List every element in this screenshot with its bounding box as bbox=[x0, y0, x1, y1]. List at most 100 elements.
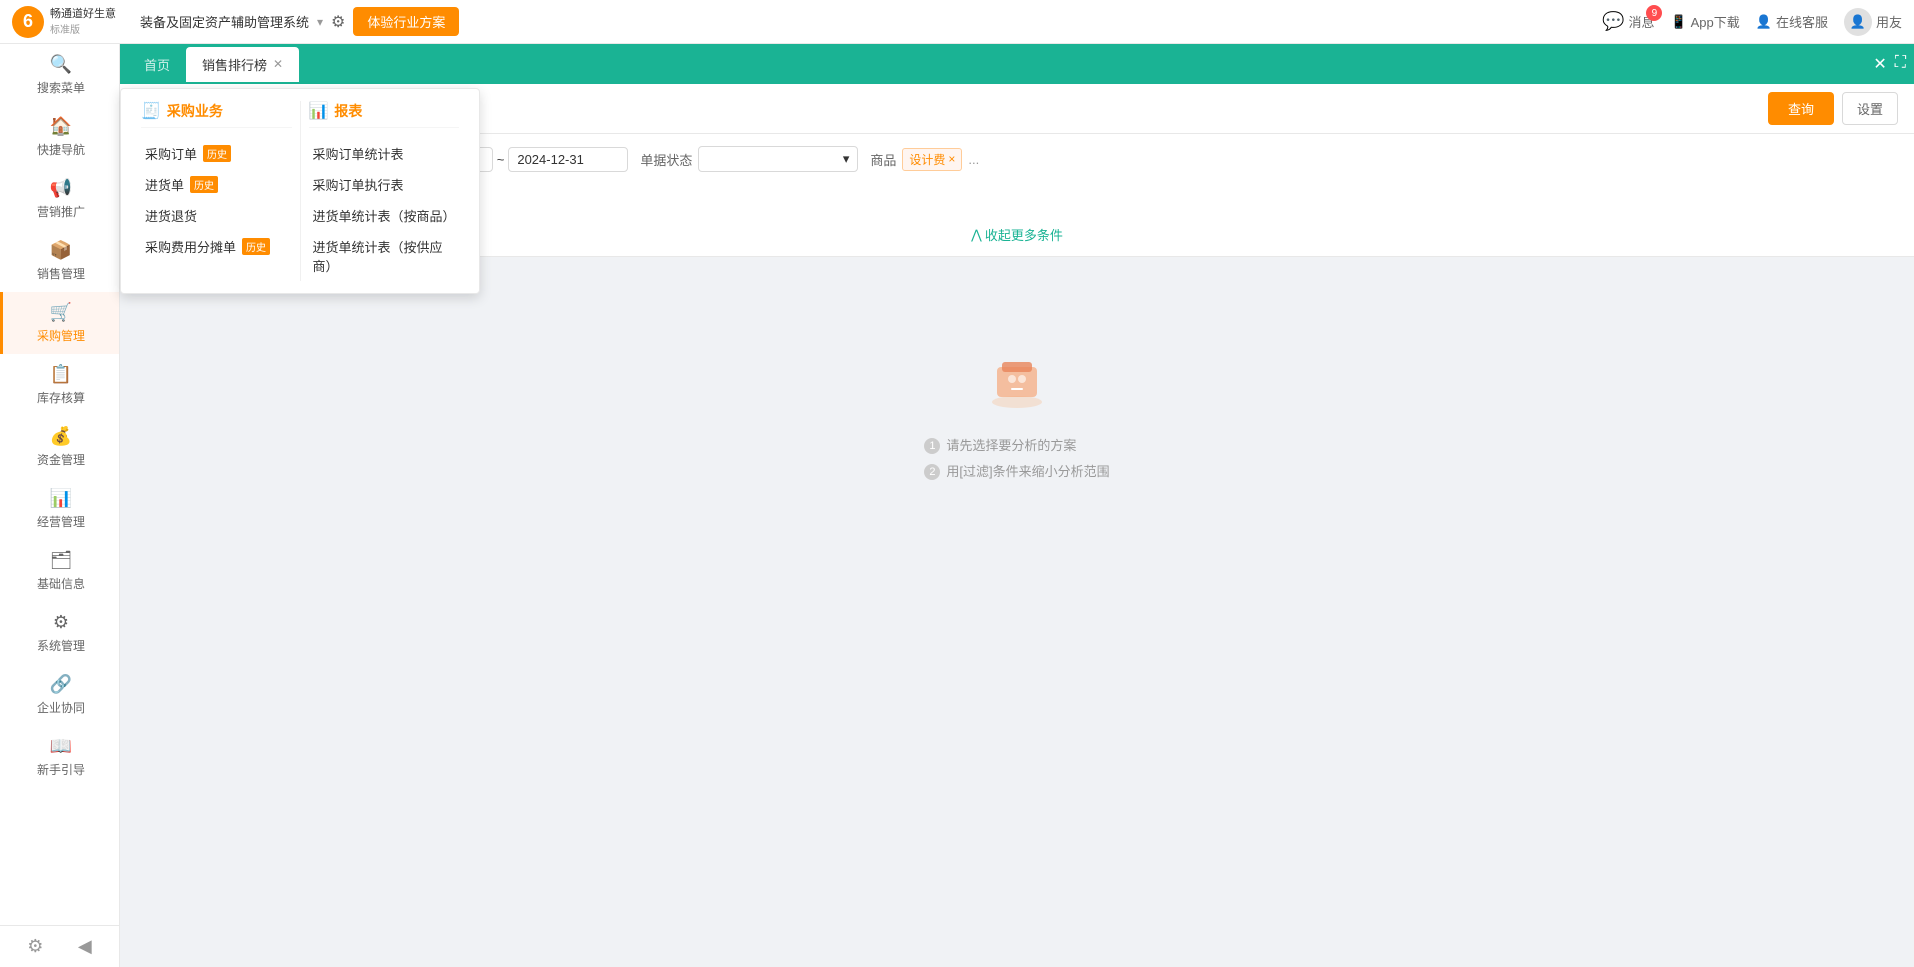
system-title: 装备及固定资产辅助管理系统 bbox=[140, 12, 309, 31]
finance-icon: 💰 bbox=[50, 426, 72, 447]
purchase-menu-title: 采购业务 bbox=[167, 101, 223, 121]
sidebar-bottom: ⚙ ◀ bbox=[0, 925, 119, 967]
sidebar-item-inventory[interactable]: 📋 库存核算 bbox=[0, 354, 119, 416]
settings-icon[interactable]: ⚙ bbox=[331, 12, 345, 32]
title-dropdown-arrow[interactable]: ▾ bbox=[317, 15, 323, 29]
app-download-action[interactable]: 📱 App下载 bbox=[1670, 12, 1739, 31]
incoming-label: 进货单 bbox=[145, 175, 184, 194]
sidebar-item-system[interactable]: ⚙ 系统管理 bbox=[0, 602, 119, 664]
tab-sales-rank[interactable]: 销售排行榜 ✕ bbox=[186, 47, 299, 82]
date-end-input[interactable] bbox=[508, 147, 628, 172]
sidebar-label-sales: 销售管理 bbox=[37, 265, 85, 282]
sidebar-item-marketing[interactable]: 📢 营销推广 bbox=[0, 168, 119, 230]
menu-item-purchase-order[interactable]: 采购订单 历史 bbox=[141, 138, 292, 169]
sidebar: 🔍 搜索菜单 🏠 快捷导航 📢 营销推广 📦 销售管理 🛒 采购管理 📋 库存核… bbox=[0, 44, 120, 967]
sidebar-item-basic[interactable]: 🗂 基础信息 bbox=[0, 540, 119, 602]
sidebar-item-operation[interactable]: 📊 经营管理 bbox=[0, 478, 119, 540]
sidebar-item-purchase[interactable]: 🛒 采购管理 bbox=[0, 292, 119, 354]
app-download-label: App下载 bbox=[1691, 12, 1740, 31]
sales-icon: 📦 bbox=[50, 240, 72, 261]
empty-tips: 1 请先选择要分析的方案 2 用[过滤]条件来缩小分析范围 bbox=[924, 433, 1109, 485]
sidebar-item-sales[interactable]: 📦 销售管理 bbox=[0, 230, 119, 292]
logo-text: 畅通道好生意 bbox=[50, 7, 116, 21]
menu-item-order-exec[interactable]: 采购订单执行表 bbox=[309, 169, 460, 200]
basic-icon: 🗂 bbox=[50, 550, 73, 571]
goods-tag-close[interactable]: × bbox=[948, 152, 955, 166]
user-action[interactable]: 👤 用友 bbox=[1844, 8, 1902, 36]
empty-tip-1: 1 请先选择要分析的方案 bbox=[924, 433, 1109, 459]
logo-area: 6 畅通道好生意 标准版 bbox=[12, 6, 132, 38]
message-badge: 9 bbox=[1646, 5, 1662, 21]
sidebar-item-enterprise[interactable]: 🔗 企业协同 bbox=[0, 664, 119, 726]
tab-expand-icon[interactable]: ⛶ bbox=[1895, 54, 1906, 74]
user-avatar: 👤 bbox=[1844, 8, 1872, 36]
sidebar-label-quick-nav: 快捷导航 bbox=[37, 141, 85, 158]
online-service-action[interactable]: 👤 在线客服 bbox=[1756, 12, 1828, 31]
purchase-icon: 🛒 bbox=[50, 302, 72, 323]
message-action[interactable]: 💬 9 消息 bbox=[1602, 11, 1654, 32]
purchase-order-label: 采购订单 bbox=[145, 144, 197, 163]
tip-2-text: 用[过滤]条件来缩小分析范围 bbox=[946, 459, 1109, 485]
tip-1-text: 请先选择要分析的方案 bbox=[946, 433, 1076, 459]
purchase-menu-header: 🧾 采购业务 bbox=[141, 101, 292, 128]
order-exec-label: 采购订单执行表 bbox=[313, 175, 404, 194]
sidebar-item-finance[interactable]: 💰 资金管理 bbox=[0, 416, 119, 478]
collapse-up-icon: ⋀ bbox=[971, 227, 982, 243]
filter-voucher-status: 单据状态 ▾ bbox=[640, 146, 858, 172]
top-bar: 6 畅通道好生意 标准版 装备及固定资产辅助管理系统 ▾ ⚙ 体验行业方案 💬 … bbox=[0, 0, 1914, 44]
logo-icon: 6 bbox=[12, 6, 44, 38]
sidebar-label-system: 系统管理 bbox=[37, 637, 85, 654]
tab-close-icon[interactable]: ✕ bbox=[273, 57, 283, 71]
report-menu-icon: 📊 bbox=[309, 101, 329, 121]
search-icon: 🔍 bbox=[50, 54, 72, 75]
empty-state: 1 请先选择要分析的方案 2 用[过滤]条件来缩小分析范围 bbox=[120, 257, 1914, 565]
tab-home-label: 首页 bbox=[144, 58, 170, 73]
top-right: 💬 9 消息 📱 App下载 👤 在线客服 👤 用友 bbox=[1602, 8, 1902, 36]
goods-more[interactable]: ... bbox=[968, 152, 979, 167]
voucher-status-label: 单据状态 bbox=[640, 150, 692, 169]
inventory-icon: 📋 bbox=[50, 364, 72, 385]
report-menu-title: 报表 bbox=[334, 101, 362, 121]
empty-illustration bbox=[977, 337, 1057, 417]
sidebar-item-quick-nav[interactable]: 🏠 快捷导航 bbox=[0, 106, 119, 168]
menu-item-incoming-stat-goods[interactable]: 进货单统计表（按商品） bbox=[309, 200, 460, 231]
report-menu-column: 📊 报表 采购订单统计表 采购订单执行表 进货单统计表（按商品） 进货单统计表（… bbox=[301, 101, 468, 281]
menu-item-order-stat[interactable]: 采购订单统计表 bbox=[309, 138, 460, 169]
industry-btn[interactable]: 体验行业方案 bbox=[353, 7, 459, 36]
collapse-btn[interactable]: ⋀ 收起更多条件 bbox=[971, 225, 1063, 244]
tab-close-window-icon[interactable]: ✕ bbox=[1873, 54, 1886, 74]
tab-bar: 首页 销售排行榜 ✕ ✕ ⛶ bbox=[120, 44, 1914, 84]
query-button[interactable]: 查询 bbox=[1768, 92, 1834, 125]
menu-item-return[interactable]: 进货退货 bbox=[141, 200, 292, 231]
purchase-menu-column: 🧾 采购业务 采购订单 历史 进货单 历史 进货退货 采购费用分摊单 历史 bbox=[133, 101, 301, 281]
sidebar-collapse-btn[interactable]: ◀ bbox=[78, 936, 92, 957]
guide-icon: 📖 bbox=[50, 736, 72, 757]
enterprise-icon: 🔗 bbox=[50, 674, 72, 695]
return-label: 进货退货 bbox=[145, 206, 197, 225]
voucher-status-select[interactable]: ▾ bbox=[698, 146, 858, 172]
purchase-dropdown-menu: 🧾 采购业务 采购订单 历史 进货单 历史 进货退货 采购费用分摊单 历史 📊 … bbox=[120, 88, 480, 294]
menu-item-incoming[interactable]: 进货单 历史 bbox=[141, 169, 292, 200]
goods-label: 商品 bbox=[870, 150, 896, 169]
menu-item-expense[interactable]: 采购费用分摊单 历史 bbox=[141, 231, 292, 262]
top-center: 装备及固定资产辅助管理系统 ▾ ⚙ 体验行业方案 bbox=[132, 7, 1602, 36]
goods-tag-text: 设计费 bbox=[909, 151, 945, 168]
tab-home[interactable]: 首页 bbox=[128, 47, 186, 82]
collapse-label: 收起更多条件 bbox=[985, 225, 1063, 244]
sidebar-label-enterprise: 企业协同 bbox=[37, 699, 85, 716]
sidebar-label-basic: 基础信息 bbox=[37, 575, 85, 592]
system-icon: ⚙ bbox=[53, 612, 69, 633]
logo-sub: 标准版 bbox=[50, 21, 116, 36]
goods-tag: 设计费 × bbox=[902, 148, 962, 171]
order-stat-label: 采购订单统计表 bbox=[313, 144, 404, 163]
sidebar-item-guide[interactable]: 📖 新手引导 bbox=[0, 726, 119, 788]
menu-item-incoming-stat-supplier[interactable]: 进货单统计表（按供应商） bbox=[309, 231, 460, 281]
tab-bar-right: ✕ ⛶ bbox=[1873, 54, 1906, 74]
purchase-menu-icon: 🧾 bbox=[141, 101, 161, 121]
sidebar-item-search[interactable]: 🔍 搜索菜单 bbox=[0, 44, 119, 106]
setting-button[interactable]: 设置 bbox=[1842, 92, 1898, 125]
report-menu-header: 📊 报表 bbox=[309, 101, 460, 128]
sidebar-label-guide: 新手引导 bbox=[37, 761, 85, 778]
sidebar-settings-btn[interactable]: ⚙ bbox=[27, 936, 43, 957]
sidebar-label-search: 搜索菜单 bbox=[37, 79, 85, 96]
